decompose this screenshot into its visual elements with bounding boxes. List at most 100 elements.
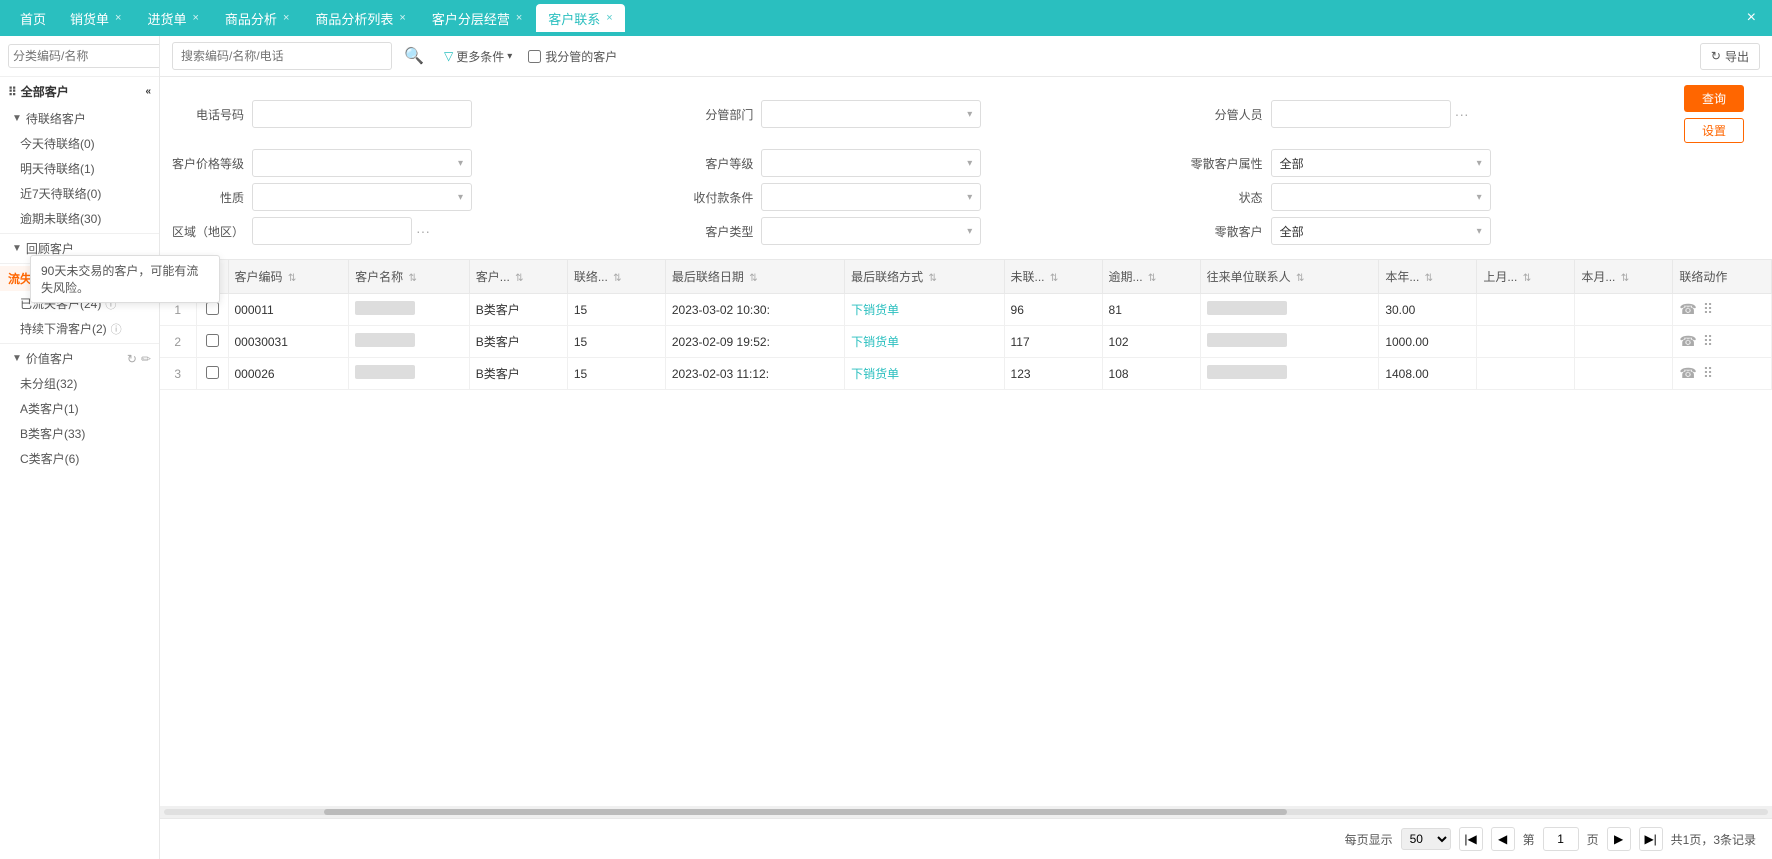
row-overdue-2: 102: [1102, 326, 1200, 358]
row-uncontacted-3: 123: [1004, 358, 1102, 390]
close-tab-purchase-icon[interactable]: ×: [192, 12, 198, 24]
filter-area-input[interactable]: [252, 217, 412, 245]
edit-icon[interactable]: ✏: [141, 352, 151, 366]
filter-row-2: 客户价格等级 ▾ 客户等级 ▾ 零散客户属性 全部: [172, 149, 1760, 177]
filter-retail-customer-label: 零散客户: [1191, 223, 1271, 240]
sidebar-item-class-c[interactable]: C类客户(6): [0, 446, 159, 471]
my-customers-checkbox[interactable]: [528, 50, 541, 63]
tab-product-analysis[interactable]: 商品分析 ×: [213, 4, 301, 32]
th-customer-name[interactable]: 客户名称 ⇅: [349, 260, 470, 294]
filter-person-input[interactable]: [1271, 100, 1451, 128]
more-action-icon-2[interactable]: ⠿: [1703, 333, 1713, 350]
filter-person-field: 分管人员 ···: [1191, 100, 1680, 128]
sort-contact-icon: ⇅: [613, 273, 621, 284]
sort-this-month-icon: ⇅: [1621, 273, 1629, 284]
row-num-3: 3: [160, 358, 196, 390]
sidebar-group-pending-contact[interactable]: ▼ 待联络客户: [0, 106, 159, 131]
filter-search-button[interactable]: 🔍: [400, 42, 428, 70]
export-button[interactable]: ↻ 导出: [1700, 43, 1760, 70]
info-icon-declining[interactable]: ⓘ: [111, 321, 122, 337]
filter-customer-type-select[interactable]: ▾: [761, 217, 981, 245]
last-page-button[interactable]: ▶|: [1639, 827, 1663, 851]
sidebar-item-class-b[interactable]: B类客户(33): [0, 421, 159, 446]
th-last-date[interactable]: 最后联络日期 ⇅: [665, 260, 844, 294]
refresh-icon[interactable]: ↻: [127, 352, 137, 366]
contact-action-icon-2[interactable]: ☎: [1679, 333, 1696, 350]
prev-page-button[interactable]: ◀: [1491, 827, 1515, 851]
my-customers-filter[interactable]: 我分管的客户: [528, 48, 617, 65]
contact-action-icon-3[interactable]: ☎: [1679, 365, 1696, 382]
close-tab-customer-tier-icon[interactable]: ×: [516, 12, 522, 24]
sort-name-icon: ⇅: [409, 273, 417, 284]
th-this-month[interactable]: 本月... ⇅: [1575, 260, 1673, 294]
tab-customer-contact[interactable]: 客户联系 ×: [536, 4, 624, 32]
th-contact-count[interactable]: 联络... ⇅: [567, 260, 665, 294]
th-last-method[interactable]: 最后联络方式 ⇅: [845, 260, 1004, 294]
all-customers-section[interactable]: ⠿ 全部客户 «: [0, 77, 159, 106]
page-number-input[interactable]: [1543, 827, 1579, 851]
sidebar-search-input[interactable]: [8, 44, 160, 68]
filter-price-grade-select[interactable]: ▾: [252, 149, 472, 177]
sidebar-item-declining[interactable]: 持续下滑客户(2) ⓘ: [0, 316, 159, 341]
row-3-checkbox[interactable]: [206, 366, 219, 379]
filter-status-select[interactable]: ▾: [1271, 183, 1491, 211]
sidebar-item-overdue-contact[interactable]: 逾期未联络(30): [0, 206, 159, 231]
filter-phone-input[interactable]: [252, 100, 472, 128]
filter-person-more-icon[interactable]: ···: [1451, 106, 1473, 122]
row-checkbox-3[interactable]: [196, 358, 228, 390]
collapse-icon: «: [145, 86, 151, 97]
filter-retail-attr-select[interactable]: 全部 ▾: [1271, 149, 1491, 177]
th-customer-code[interactable]: 客户编码 ⇅: [228, 260, 349, 294]
row-1-checkbox[interactable]: [206, 302, 219, 315]
tab-sales-order[interactable]: 销货单 ×: [58, 4, 133, 32]
sidebar-item-today-contact[interactable]: 今天待联络(0): [0, 131, 159, 156]
settings-button[interactable]: 设置: [1684, 118, 1744, 143]
query-button[interactable]: 查询: [1684, 85, 1744, 112]
chevron-status-icon: ▾: [1477, 192, 1482, 203]
sidebar-item-class-a[interactable]: A类客户(1): [0, 396, 159, 421]
more-action-icon-1[interactable]: ⠿: [1703, 301, 1713, 318]
row-action-2: ☎ ⠿: [1673, 326, 1772, 358]
filter-area-more-icon[interactable]: ···: [412, 223, 434, 239]
filter-customer-grade-select[interactable]: ▾: [761, 149, 981, 177]
close-tab-product-analysis-icon[interactable]: ×: [283, 12, 289, 24]
close-tab-customer-contact-icon[interactable]: ×: [606, 12, 612, 24]
row-checkbox-2[interactable]: [196, 326, 228, 358]
tab-customer-tier[interactable]: 客户分层经营 ×: [420, 4, 534, 32]
sidebar-item-7day-contact[interactable]: 近7天待联络(0): [0, 181, 159, 206]
row-last-method-3[interactable]: 下销货单: [845, 358, 1004, 390]
th-overdue[interactable]: 逾期... ⇅: [1102, 260, 1200, 294]
th-contact-person[interactable]: 往来单位联系人 ⇅: [1200, 260, 1379, 294]
row-last-method-2[interactable]: 下销货单: [845, 326, 1004, 358]
row-this-month-1: [1575, 294, 1673, 326]
contact-action-icon-1[interactable]: ☎: [1679, 301, 1696, 318]
th-customer-type[interactable]: 客户... ⇅: [469, 260, 567, 294]
close-tab-sales-order-icon[interactable]: ×: [115, 12, 121, 24]
filter-payment-label: 收付款条件: [681, 189, 761, 206]
sidebar-group-value-customers[interactable]: ▼ 价值客户 ↻ ✏: [0, 346, 159, 371]
sidebar-item-tomorrow-contact[interactable]: 明天待联络(1): [0, 156, 159, 181]
th-last-month[interactable]: 上月... ⇅: [1477, 260, 1575, 294]
more-action-icon-3[interactable]: ⠿: [1703, 365, 1713, 382]
row-2-checkbox[interactable]: [206, 334, 219, 347]
filter-dept-select[interactable]: ▾: [761, 100, 981, 128]
home-tab[interactable]: 首页: [8, 9, 58, 28]
row-last-method-1[interactable]: 下销货单: [845, 294, 1004, 326]
page-size-select[interactable]: 50 100 200: [1401, 828, 1451, 850]
filter-payment-select[interactable]: ▾: [761, 183, 981, 211]
filter-retail-customer-select[interactable]: 全部 ▾: [1271, 217, 1491, 245]
filter-gender-select[interactable]: ▾: [252, 183, 472, 211]
close-tab-product-analysis-list-icon[interactable]: ×: [399, 12, 405, 24]
th-this-year[interactable]: 本年... ⇅: [1379, 260, 1477, 294]
sidebar-item-ungrouped[interactable]: 未分组(32): [0, 371, 159, 396]
row-name-1: [349, 294, 470, 326]
horizontal-scrollbar[interactable]: [160, 806, 1772, 818]
th-uncontacted[interactable]: 未联... ⇅: [1004, 260, 1102, 294]
close-window-button[interactable]: ×: [1739, 9, 1764, 27]
tab-purchase-order[interactable]: 进货单 ×: [135, 4, 210, 32]
filter-search-input[interactable]: [172, 42, 392, 70]
filter-more-conditions-button[interactable]: ▽ 更多条件 ▾: [436, 44, 520, 69]
next-page-button[interactable]: ▶: [1607, 827, 1631, 851]
tab-product-analysis-list[interactable]: 商品分析列表 ×: [303, 4, 417, 32]
first-page-button[interactable]: |◀: [1459, 827, 1483, 851]
